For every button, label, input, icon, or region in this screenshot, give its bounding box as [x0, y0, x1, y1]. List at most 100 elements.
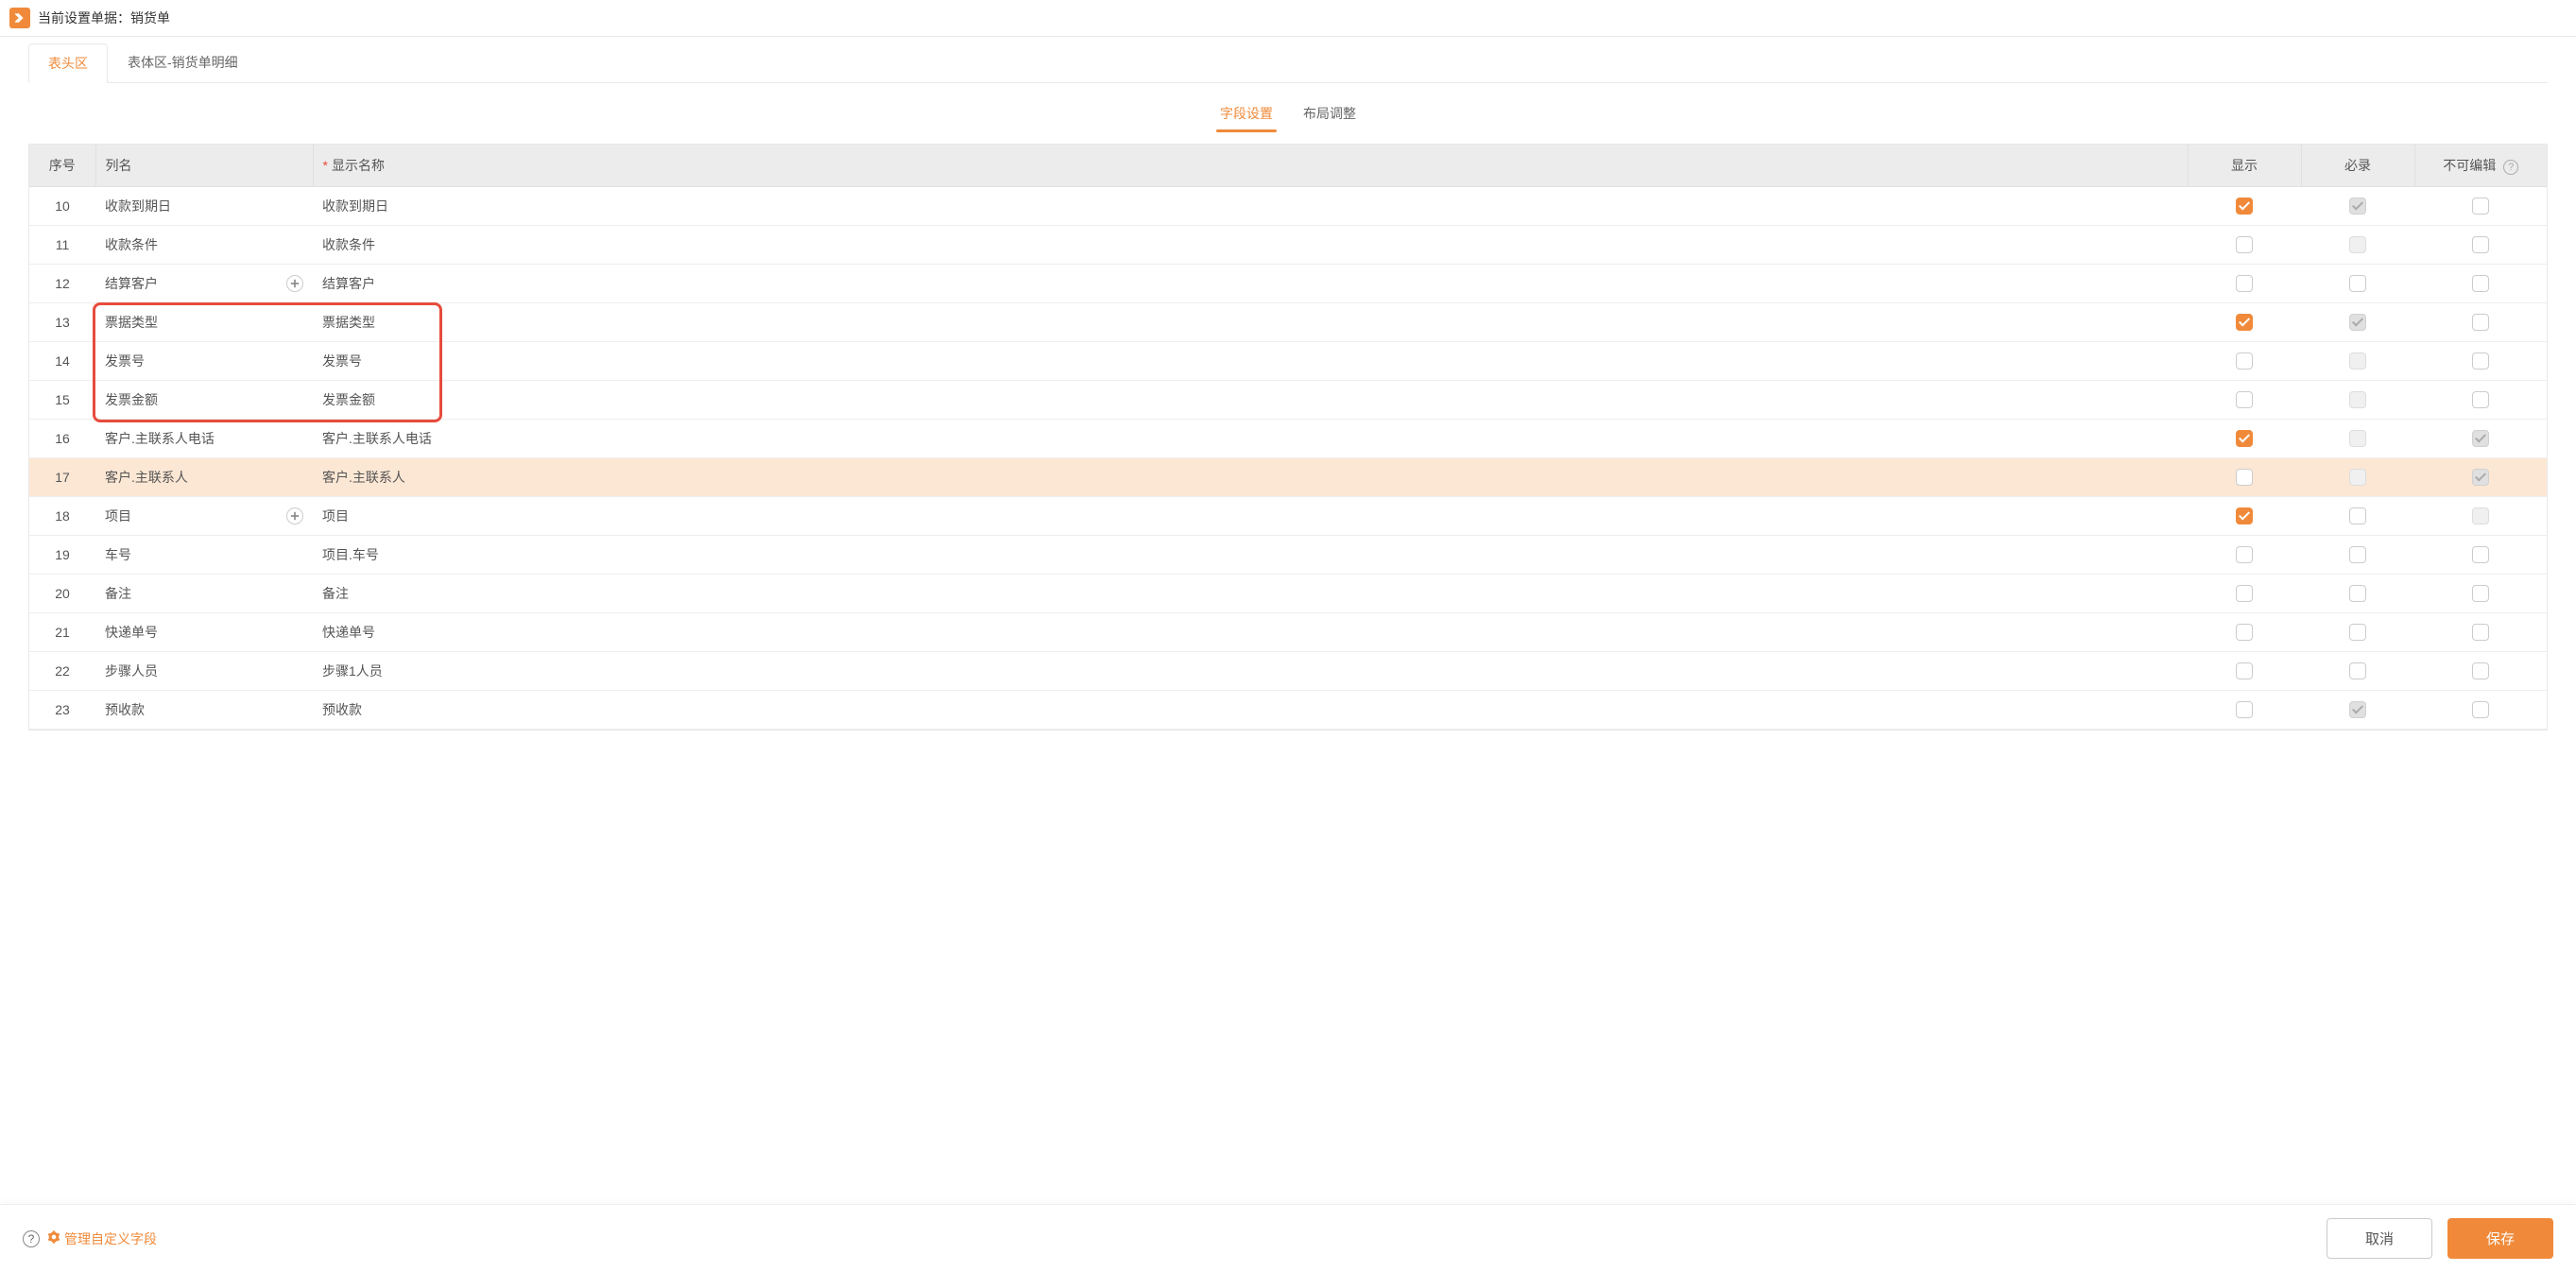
- checkbox-noedit[interactable]: [2472, 546, 2489, 563]
- table-row[interactable]: 17客户.主联系人客户.主联系人: [29, 458, 2547, 497]
- checkbox-noedit[interactable]: [2472, 662, 2489, 679]
- cell-seq: 17: [29, 458, 95, 497]
- col-header-seq: 序号: [29, 145, 95, 187]
- checkbox-show[interactable]: [2236, 507, 2253, 524]
- tab-1[interactable]: 表体区-销货单明细: [108, 43, 258, 82]
- checkbox-noedit[interactable]: [2472, 701, 2489, 718]
- table-row[interactable]: 15发票金额发票金额: [29, 381, 2547, 420]
- table-row[interactable]: 20备注备注: [29, 575, 2547, 613]
- subtab-1[interactable]: 布局调整: [1299, 96, 1360, 130]
- cell-show: [2188, 691, 2301, 730]
- table-row[interactable]: 14发票号发票号: [29, 342, 2547, 381]
- checkbox-required[interactable]: [2349, 585, 2366, 602]
- checkbox-noedit[interactable]: [2472, 585, 2489, 602]
- cell-display-name[interactable]: 发票金额: [313, 381, 2188, 420]
- checkbox-show[interactable]: [2236, 352, 2253, 370]
- field-table: 序号 列名 *显示名称 显示 必录 不可编辑 ? 10收款到期日收款到期日11收…: [29, 145, 2547, 730]
- add-child-button[interactable]: [286, 507, 303, 524]
- checkbox-noedit[interactable]: [2472, 624, 2489, 641]
- table-row[interactable]: 11收款条件收款条件: [29, 226, 2547, 265]
- checkbox-show[interactable]: [2236, 662, 2253, 679]
- table-row[interactable]: 21快递单号快递单号: [29, 613, 2547, 652]
- checkbox-noedit: [2472, 507, 2489, 524]
- checkbox-noedit: [2472, 469, 2489, 486]
- checkbox-show[interactable]: [2236, 546, 2253, 563]
- table-row[interactable]: 13票据类型票据类型: [29, 303, 2547, 342]
- checkbox-show[interactable]: [2236, 391, 2253, 408]
- cell-noedit: [2414, 575, 2547, 613]
- checkbox-noedit[interactable]: [2472, 352, 2489, 370]
- cell-display-name[interactable]: 快递单号: [313, 613, 2188, 652]
- cell-display-name[interactable]: 步骤1人员: [313, 652, 2188, 691]
- cell-noedit: [2414, 652, 2547, 691]
- cancel-button[interactable]: 取消: [2327, 1218, 2432, 1259]
- checkbox-show[interactable]: [2236, 314, 2253, 331]
- cell-display-name[interactable]: 客户.主联系人电话: [313, 420, 2188, 458]
- table-row[interactable]: 12结算客户结算客户: [29, 265, 2547, 303]
- table-row[interactable]: 10收款到期日收款到期日: [29, 187, 2547, 226]
- checkbox-show[interactable]: [2236, 624, 2253, 641]
- cell-required: [2301, 613, 2414, 652]
- checkbox-required[interactable]: [2349, 662, 2366, 679]
- cell-display-name[interactable]: 项目.车号: [313, 536, 2188, 575]
- checkbox-required: [2349, 236, 2366, 253]
- table-row[interactable]: 16客户.主联系人电话客户.主联系人电话: [29, 420, 2547, 458]
- checkbox-show[interactable]: [2236, 585, 2253, 602]
- cell-display-name[interactable]: 客户.主联系人: [313, 458, 2188, 497]
- col-header-show: 显示: [2188, 145, 2301, 187]
- checkbox-noedit[interactable]: [2472, 275, 2489, 292]
- checkbox-show[interactable]: [2236, 198, 2253, 215]
- cell-required: [2301, 575, 2414, 613]
- cell-display-name[interactable]: 发票号: [313, 342, 2188, 381]
- checkbox-show[interactable]: [2236, 430, 2253, 447]
- checkbox-required[interactable]: [2349, 275, 2366, 292]
- footer-help-icon[interactable]: ?: [23, 1230, 40, 1247]
- cell-display-name[interactable]: 收款条件: [313, 226, 2188, 265]
- table-row[interactable]: 18项目项目: [29, 497, 2547, 536]
- checkbox-required[interactable]: [2349, 507, 2366, 524]
- checkbox-show[interactable]: [2236, 701, 2253, 718]
- cell-required: [2301, 265, 2414, 303]
- cell-required: [2301, 497, 2414, 536]
- cell-display-name[interactable]: 备注: [313, 575, 2188, 613]
- checkbox-required[interactable]: [2349, 624, 2366, 641]
- cell-display-name[interactable]: 结算客户: [313, 265, 2188, 303]
- cell-display-name[interactable]: 票据类型: [313, 303, 2188, 342]
- cell-seq: 16: [29, 420, 95, 458]
- checkbox-noedit: [2472, 430, 2489, 447]
- checkbox-required[interactable]: [2349, 546, 2366, 563]
- cell-noedit: [2414, 691, 2547, 730]
- checkbox-noedit[interactable]: [2472, 391, 2489, 408]
- cell-noedit: [2414, 187, 2547, 226]
- subtab-0[interactable]: 字段设置: [1216, 96, 1277, 130]
- table-row[interactable]: 22步骤人员步骤1人员: [29, 652, 2547, 691]
- checkbox-show[interactable]: [2236, 469, 2253, 486]
- expand-panel-button[interactable]: [9, 8, 30, 28]
- checkbox-show[interactable]: [2236, 236, 2253, 253]
- cell-name: 收款条件: [95, 226, 313, 265]
- add-child-button[interactable]: [286, 275, 303, 292]
- checkbox-noedit[interactable]: [2472, 198, 2489, 215]
- table-row[interactable]: 19车号项目.车号: [29, 536, 2547, 575]
- cell-seq: 21: [29, 613, 95, 652]
- header-bar: 当前设置单据：销货单: [0, 0, 2576, 37]
- cell-display-name[interactable]: 预收款: [313, 691, 2188, 730]
- chevron-right-icon: [13, 11, 26, 25]
- tab-0[interactable]: 表头区: [28, 43, 108, 83]
- cell-name: 预收款: [95, 691, 313, 730]
- cell-display-name[interactable]: 收款到期日: [313, 187, 2188, 226]
- cell-seq: 15: [29, 381, 95, 420]
- save-button[interactable]: 保存: [2447, 1218, 2553, 1259]
- table-row[interactable]: 23预收款预收款: [29, 691, 2547, 730]
- help-icon[interactable]: ?: [2503, 160, 2518, 175]
- checkbox-noedit[interactable]: [2472, 314, 2489, 331]
- checkbox-required: [2349, 701, 2366, 718]
- cell-required: [2301, 420, 2414, 458]
- manage-custom-fields-link[interactable]: 管理自定义字段: [47, 1229, 157, 1248]
- checkbox-noedit[interactable]: [2472, 236, 2489, 253]
- cell-seq: 23: [29, 691, 95, 730]
- cell-show: [2188, 420, 2301, 458]
- checkbox-show[interactable]: [2236, 275, 2253, 292]
- cell-noedit: [2414, 381, 2547, 420]
- cell-display-name[interactable]: 项目: [313, 497, 2188, 536]
